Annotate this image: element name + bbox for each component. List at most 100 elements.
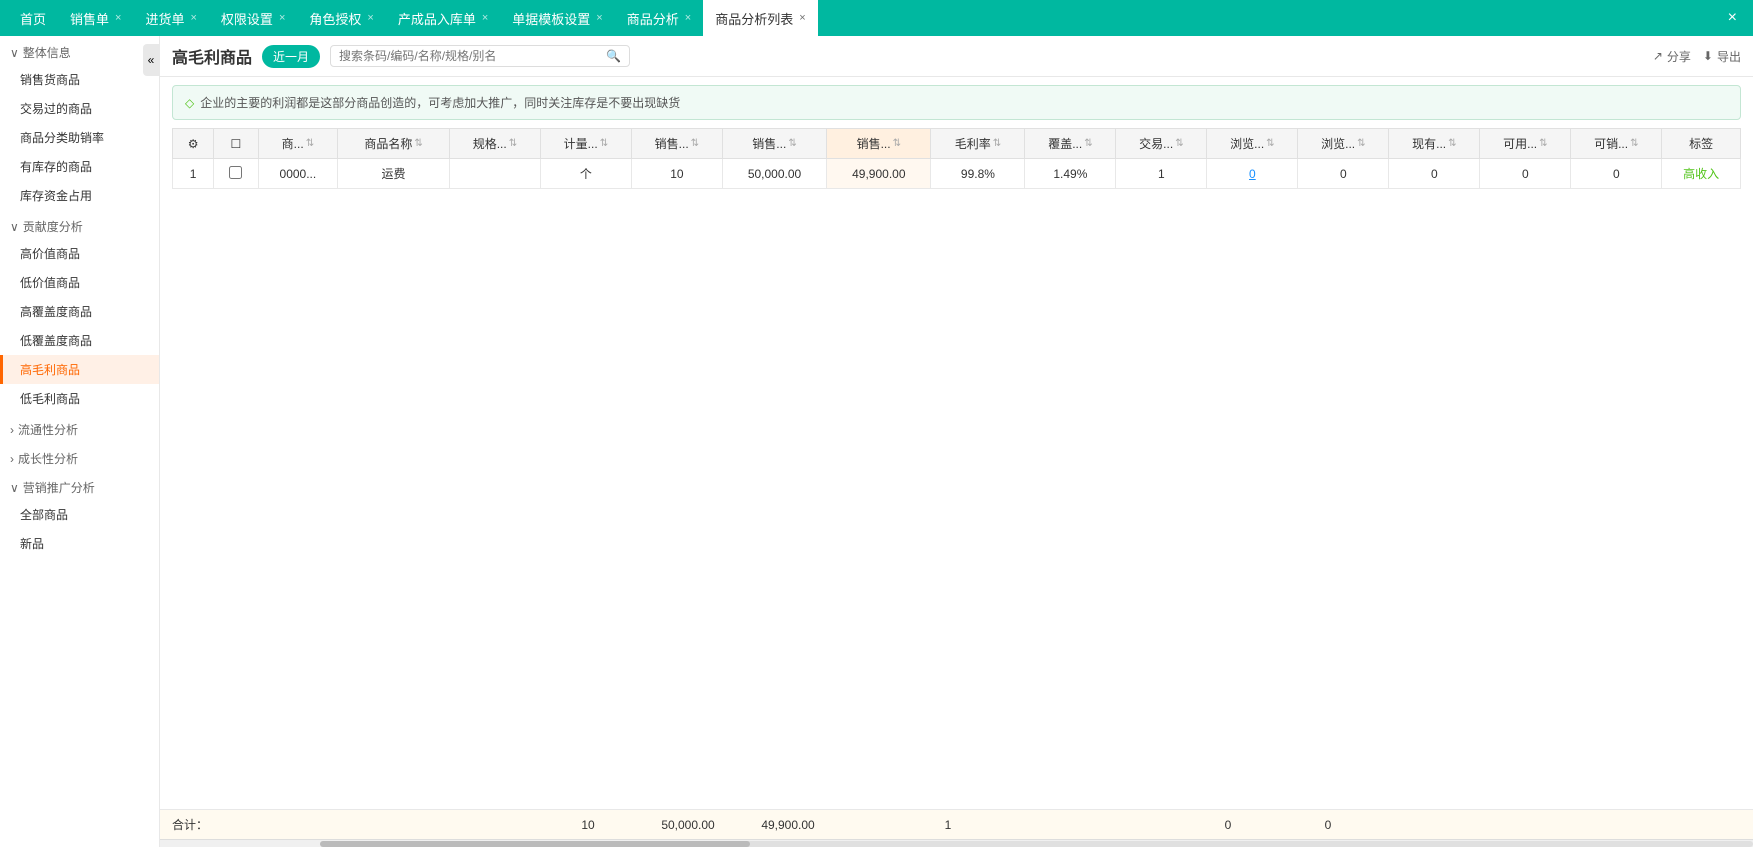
col-tag[interactable]: 标签 (1662, 129, 1741, 159)
search-icon[interactable]: 🔍 (606, 49, 621, 63)
nav-sales-order[interactable]: 销售单 × (58, 0, 133, 36)
export-icon: ⬇ (1703, 49, 1713, 63)
cell-coverage: 1.49% (1025, 159, 1116, 189)
col-trade[interactable]: 交易...⇅ (1116, 129, 1207, 159)
cell-checkbox[interactable] (214, 159, 258, 189)
nav-product-analysis-list[interactable]: 商品分析列表 × (703, 0, 817, 36)
sidebar-group-fluidity[interactable]: › 流通性分析 (0, 413, 159, 442)
col-spec[interactable]: 规格...⇅ (449, 129, 540, 159)
nav-product-analysis[interactable]: 商品分析 × (615, 0, 703, 36)
col-gross-rate[interactable]: 毛利率⇅ (931, 129, 1025, 159)
sidebar-item-low-value[interactable]: 低价值商品 (0, 268, 159, 297)
export-button[interactable]: ⬇ 导出 (1703, 48, 1741, 65)
content-area: 高毛利商品 近一月 🔍 ↗ 分享 ⬇ 导出 (160, 36, 1753, 847)
sidebar-item-low-margin[interactable]: 低毛利商品 (0, 384, 159, 413)
footer-current: 0 (1188, 818, 1268, 832)
cell-browse2: 0 (1298, 159, 1389, 189)
sidebar-item-high-coverage[interactable]: 高覆盖度商品 (0, 297, 159, 326)
horizontal-scrollbar[interactable] (160, 839, 1753, 847)
sidebar-group-contribution[interactable]: ∨ 贡献度分析 (0, 210, 159, 239)
close-finished-goods[interactable]: × (482, 12, 488, 24)
cell-gross-rate: 99.8% (931, 159, 1025, 189)
col-coverage[interactable]: 覆盖...⇅ (1025, 129, 1116, 159)
group-arrow-overview: ∨ (10, 46, 19, 60)
col-code[interactable]: 商...⇅ (258, 129, 338, 159)
sidebar-item-low-coverage[interactable]: 低覆盖度商品 (0, 326, 159, 355)
close-product-analysis[interactable]: × (685, 12, 691, 24)
data-table-container: ⚙ ☐ 商...⇅ 商品名称⇅ 规格...⇅ 计量...⇅ 销售...⇅ 销售.… (160, 128, 1753, 809)
sidebar-item-all-goods[interactable]: 全部商品 (0, 500, 159, 529)
cell-sales-profit: 49,900.00 (827, 159, 931, 189)
close-role-auth[interactable]: × (367, 12, 373, 24)
cell-browse1[interactable]: 0 (1207, 159, 1298, 189)
col-sellable[interactable]: 可销...⇅ (1571, 129, 1662, 159)
table-row: 1 0000... 运费 个 10 50,000.00 49,900.00 99… (173, 159, 1741, 189)
sidebar: « ∨ 整体信息 销售货商品 交易过的商品 商品分类助销率 有库存的商品 库存资… (0, 36, 160, 847)
close-permission[interactable]: × (279, 12, 285, 24)
sidebar-group-growth[interactable]: › 成长性分析 (0, 442, 159, 471)
close-sales-order[interactable]: × (115, 12, 121, 24)
nav-home[interactable]: 首页 (8, 0, 58, 36)
info-icon: ◇ (185, 96, 194, 110)
header-actions: ↗ 分享 ⬇ 导出 (1653, 48, 1741, 65)
nav-purchase-order[interactable]: 进货单 × (133, 0, 208, 36)
cell-code[interactable]: 0000... (258, 159, 338, 189)
close-purchase-order[interactable]: × (190, 12, 196, 24)
filter-recent-month-button[interactable]: 近一月 (262, 45, 320, 68)
info-banner: ◇ 企业的主要的利润都是这部分商品创造的，可考虑加大推广，同时关注库存是不要出现… (172, 85, 1741, 120)
footer-sales-amount: 50,000.00 (648, 818, 728, 832)
search-input[interactable] (339, 49, 602, 63)
footer-sales-profit: 49,900.00 (748, 818, 828, 832)
search-box[interactable]: 🔍 (330, 45, 630, 67)
scrollbar-track (320, 841, 1753, 847)
footer-trade: 1 (908, 818, 988, 832)
col-sales-profit[interactable]: 销售...⇅ (827, 129, 931, 159)
nav-finished-goods[interactable]: 产成品入库单 × (386, 0, 500, 36)
nav-template-settings[interactable]: 单据模板设置 × (500, 0, 614, 36)
share-icon: ↗ (1653, 49, 1663, 63)
content-header: 高毛利商品 近一月 🔍 ↗ 分享 ⬇ 导出 (160, 36, 1753, 77)
cell-sellable: 0 (1571, 159, 1662, 189)
col-browse2[interactable]: 浏览...⇅ (1298, 129, 1389, 159)
sidebar-item-stock-capital[interactable]: 库存资金占用 (0, 181, 159, 210)
sidebar-item-category-assist[interactable]: 商品分类助销率 (0, 123, 159, 152)
close-all-tabs[interactable]: × (1720, 9, 1745, 27)
table-footer: 合计： 10 50,000.00 49,900.00 1 0 0 (160, 809, 1753, 839)
scrollbar-thumb[interactable] (320, 841, 750, 847)
col-settings[interactable]: ⚙ (173, 129, 214, 159)
col-unit[interactable]: 计量...⇅ (540, 129, 631, 159)
col-browse1[interactable]: 浏览...⇅ (1207, 129, 1298, 159)
top-navigation: 首页 销售单 × 进货单 × 权限设置 × 角色授权 × 产成品入库单 × 单据… (0, 0, 1753, 36)
col-sales-qty[interactable]: 销售...⇅ (631, 129, 722, 159)
sidebar-group-marketing[interactable]: ∨ 营销推广分析 (0, 471, 159, 500)
page-title: 高毛利商品 (172, 44, 252, 68)
col-sales-amount[interactable]: 销售...⇅ (722, 129, 826, 159)
footer-label: 合计： (172, 816, 208, 833)
sidebar-collapse-button[interactable]: « (143, 44, 159, 76)
nav-permission-settings[interactable]: 权限设置 × (209, 0, 297, 36)
sidebar-item-traded-goods[interactable]: 交易过的商品 (0, 94, 159, 123)
cell-available: 0 (1480, 159, 1571, 189)
col-name[interactable]: 商品名称⇅ (338, 129, 450, 159)
sidebar-item-high-margin[interactable]: 高毛利商品 (0, 355, 159, 384)
cell-spec (449, 159, 540, 189)
cell-index: 1 (173, 159, 214, 189)
close-template[interactable]: × (596, 12, 602, 24)
cell-trade: 1 (1116, 159, 1207, 189)
cell-sales-qty: 10 (631, 159, 722, 189)
sidebar-item-in-stock[interactable]: 有库存的商品 (0, 152, 159, 181)
group-arrow-fluidity: › (10, 423, 14, 437)
cell-current: 0 (1389, 159, 1480, 189)
col-current[interactable]: 现有...⇅ (1389, 129, 1480, 159)
col-available[interactable]: 可用...⇅ (1480, 129, 1571, 159)
col-checkbox[interactable]: ☐ (214, 129, 258, 159)
sidebar-group-overview[interactable]: ∨ 整体信息 (0, 36, 159, 65)
close-analysis-list[interactable]: × (799, 12, 805, 24)
nav-role-auth[interactable]: 角色授权 × (297, 0, 385, 36)
share-button[interactable]: ↗ 分享 (1653, 48, 1691, 65)
sidebar-item-high-value[interactable]: 高价值商品 (0, 239, 159, 268)
sidebar-item-new-goods[interactable]: 新品 (0, 529, 159, 558)
row-checkbox[interactable] (229, 166, 242, 179)
data-table: ⚙ ☐ 商...⇅ 商品名称⇅ 规格...⇅ 计量...⇅ 销售...⇅ 销售.… (172, 128, 1741, 189)
sidebar-item-sales-goods[interactable]: 销售货商品 (0, 65, 159, 94)
